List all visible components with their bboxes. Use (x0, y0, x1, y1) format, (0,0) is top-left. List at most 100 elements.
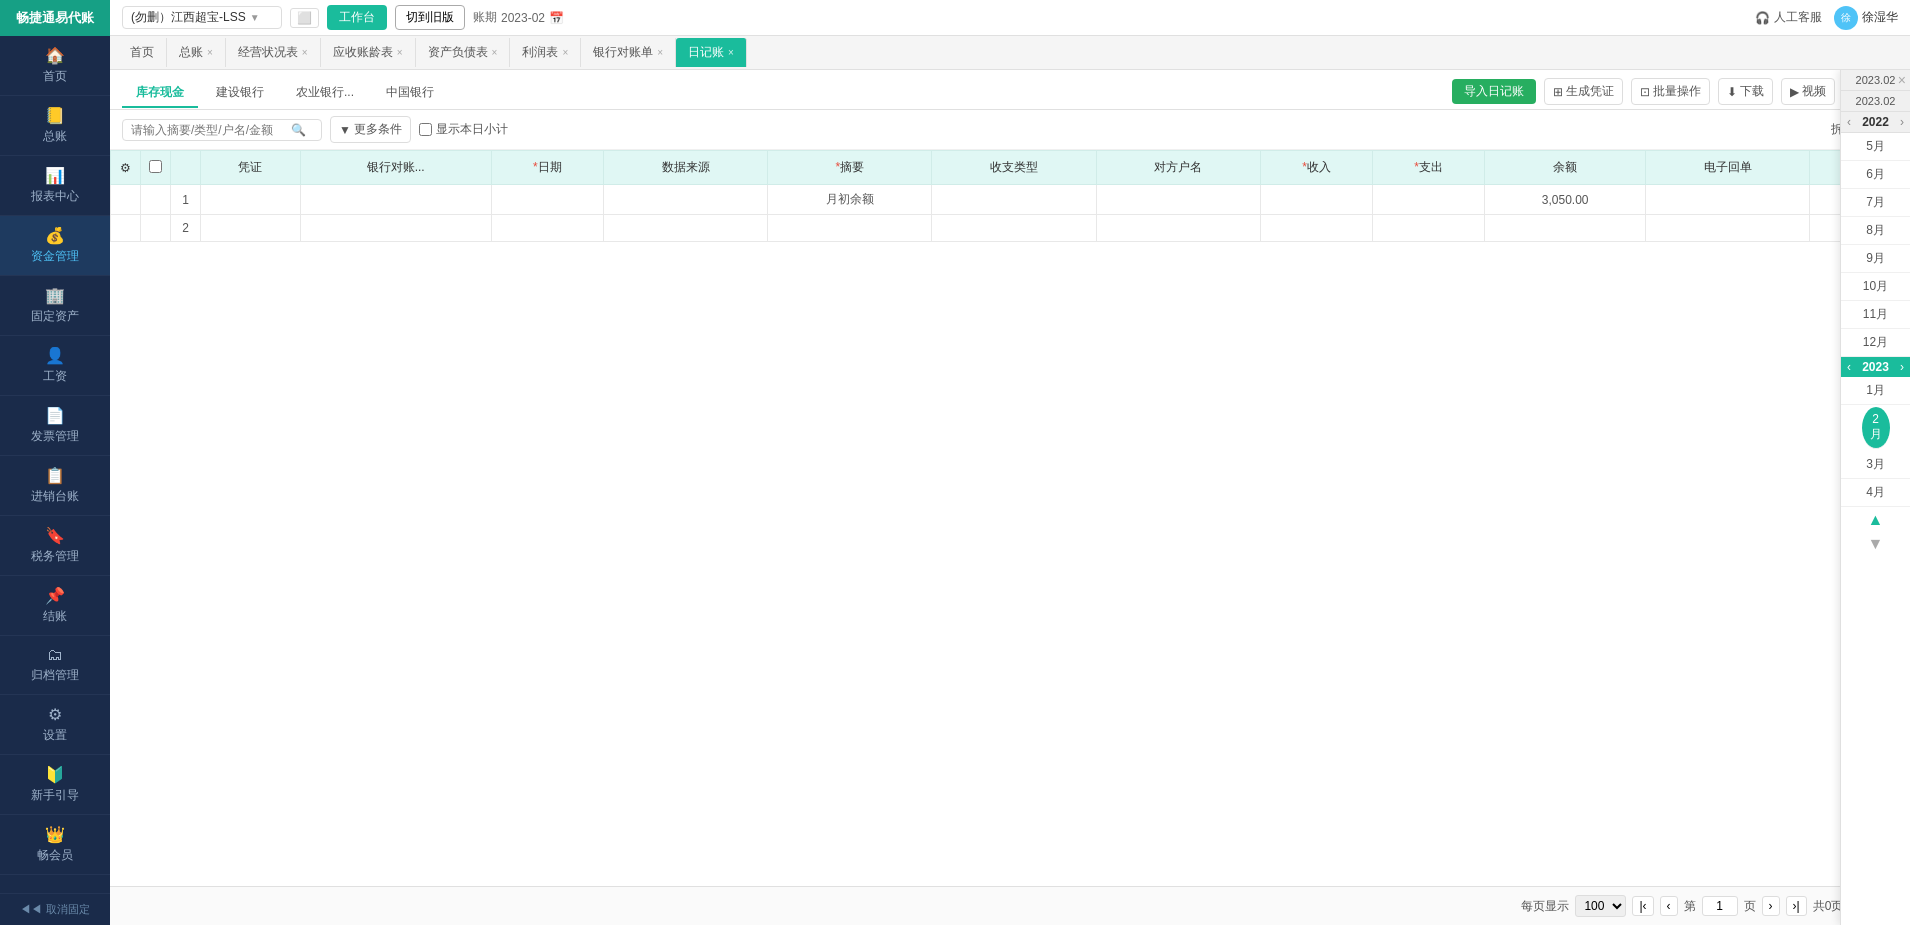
tab-close-icon[interactable]: × (562, 47, 568, 58)
tab-journal[interactable]: 日记账 × (676, 38, 747, 67)
last-page-btn[interactable]: ›| (1786, 896, 1807, 916)
archive-icon: 🗂 (47, 646, 63, 664)
calendar-icon: 📅 (549, 11, 564, 25)
sidebar-item-reports[interactable]: 📊 报表中心 (0, 156, 110, 216)
sidebar-item-invoice[interactable]: 📄 发票管理 (0, 396, 110, 456)
sidebar: 畅捷通易代账 🏠 首页 📒 总账 📊 报表中心 💰 资金管理 🏢 固定资产 👤 … (0, 0, 110, 925)
sidebar-item-assets[interactable]: 🏢 固定资产 (0, 276, 110, 336)
sidebar-item-capital[interactable]: 💰 资金管理 (0, 216, 110, 276)
tab-close-icon[interactable]: × (657, 47, 663, 58)
sub-tab-ccb[interactable]: 建设银行 (202, 79, 278, 108)
month-1-2023[interactable]: 1月 (1841, 377, 1910, 405)
gen-voucher-btn[interactable]: ⊞ 生成凭证 (1544, 78, 1623, 105)
main-content: (勿删）江西超宝-LSS ▼ ⬜ 工作台 切到旧版 账期 2023-02 📅 🎧… (110, 0, 1910, 925)
tab-bankrec[interactable]: 银行对账单 × (581, 38, 676, 67)
tab-close-icon[interactable]: × (397, 47, 403, 58)
prev-page-btn[interactable]: ‹ (1660, 896, 1678, 916)
video-btn[interactable]: ▶ 视频 (1781, 78, 1835, 105)
next-year-icon[interactable]: › (1900, 115, 1904, 129)
unpin-btn[interactable]: ◀◀ 取消固定 (0, 893, 110, 925)
sidebar-item-label: 工资 (43, 368, 67, 385)
sidebar-item-member[interactable]: 👑 畅会员 (0, 815, 110, 875)
col-income: *收入 (1260, 151, 1372, 185)
next-year-icon2[interactable]: › (1900, 360, 1904, 374)
cell-expense (1373, 215, 1485, 242)
batch-op-btn[interactable]: ⊡ 批量操作 (1631, 78, 1710, 105)
tab-receivable[interactable]: 应收账龄表 × (321, 38, 416, 67)
scroll-down-icon[interactable]: ▼ (1868, 535, 1884, 553)
sidebar-item-settings[interactable]: ⚙ 设置 (0, 695, 110, 755)
col-settings[interactable]: ⚙ (111, 151, 141, 185)
top-bar-right: 🎧 人工客服 徐 徐湿华 (1755, 6, 1898, 30)
ledger-icon: 📒 (45, 106, 65, 125)
month-3-2023[interactable]: 3月 (1841, 451, 1910, 479)
month-6[interactable]: 6月 (1841, 161, 1910, 189)
company-selector[interactable]: (勿删）江西超宝-LSS ▼ (122, 6, 282, 29)
copy-company-btn[interactable]: ⬜ (290, 8, 319, 28)
close-popup-btn[interactable]: × (1898, 72, 1906, 88)
prev-year-icon2[interactable]: ‹ (1847, 360, 1851, 374)
cell-checkbox (141, 185, 171, 215)
first-page-btn[interactable]: |‹ (1632, 896, 1653, 916)
tax-icon: 🔖 (45, 526, 65, 545)
download-icon: ⬇ (1727, 85, 1737, 99)
user-profile[interactable]: 徐 徐湿华 (1834, 6, 1898, 30)
sidebar-item-guide[interactable]: 🔰 新手引导 (0, 755, 110, 815)
year-label: 2022 (1862, 115, 1889, 129)
daily-total-checkbox[interactable]: 显示本日小计 (419, 121, 508, 138)
sub-tab-cash[interactable]: 库存现金 (122, 79, 198, 108)
tab-profit[interactable]: 利润表 × (510, 38, 581, 67)
tab-label: 银行对账单 (593, 44, 653, 61)
month-11[interactable]: 11月 (1841, 301, 1910, 329)
tab-ledger[interactable]: 总账 × (167, 38, 226, 67)
page-size-select[interactable]: 100 50 200 (1575, 895, 1626, 917)
tab-close-icon[interactable]: × (207, 47, 213, 58)
page-input[interactable] (1702, 896, 1738, 916)
tab-home[interactable]: 首页 (118, 38, 167, 67)
video-icon: ▶ (1790, 85, 1799, 99)
sidebar-item-label: 总账 (43, 128, 67, 145)
month-7[interactable]: 7月 (1841, 189, 1910, 217)
sub-tab-boc[interactable]: 中国银行 (372, 79, 448, 108)
sidebar-item-ledger[interactable]: 📒 总账 (0, 96, 110, 156)
sidebar-item-ioledger[interactable]: 📋 进销台账 (0, 456, 110, 516)
work-btn[interactable]: 工作台 (327, 5, 387, 30)
col-ecert: 电子回单 (1646, 151, 1810, 185)
top-bar-left: (勿删）江西超宝-LSS ▼ ⬜ 工作台 切到旧版 账期 2023-02 📅 (122, 5, 564, 30)
switch-old-btn[interactable]: 切到旧版 (395, 5, 465, 30)
table-row: 2 (111, 215, 1910, 242)
tab-close-icon[interactable]: × (728, 47, 734, 58)
prev-year-icon[interactable]: ‹ (1847, 115, 1851, 129)
filter-btn[interactable]: ▼ 更多条件 (330, 116, 411, 143)
sidebar-item-tax[interactable]: 🔖 税务管理 (0, 516, 110, 576)
tab-label: 利润表 (522, 44, 558, 61)
sidebar-item-home[interactable]: 🏠 首页 (0, 36, 110, 96)
cell-income (1260, 185, 1372, 215)
sidebar-item-close[interactable]: 📌 结账 (0, 576, 110, 636)
tab-bizstatus[interactable]: 经营状况表 × (226, 38, 321, 67)
period-popup-header: 2023.02 (1841, 91, 1910, 112)
next-page-btn[interactable]: › (1762, 896, 1780, 916)
month-5[interactable]: 5月 (1841, 133, 1910, 161)
tab-close-icon[interactable]: × (302, 47, 308, 58)
sidebar-item-payroll[interactable]: 👤 工资 (0, 336, 110, 396)
sub-tab-abc[interactable]: 农业银行... (282, 79, 368, 108)
daily-total-input[interactable] (419, 123, 432, 136)
select-all-checkbox[interactable] (149, 160, 162, 173)
tab-close-icon[interactable]: × (492, 47, 498, 58)
batch-icon: ⊡ (1640, 85, 1650, 99)
month-8[interactable]: 8月 (1841, 217, 1910, 245)
month-10[interactable]: 10月 (1841, 273, 1910, 301)
scroll-up-icon[interactable]: ▲ (1868, 511, 1884, 529)
month-4-2023[interactable]: 4月 (1841, 479, 1910, 507)
month-2-2023[interactable]: 2月 (1862, 407, 1890, 449)
download-btn[interactable]: ⬇ 下载 (1718, 78, 1773, 105)
month-12[interactable]: 12月 (1841, 329, 1910, 357)
page-size-label: 每页显示 (1521, 898, 1569, 915)
month-9[interactable]: 9月 (1841, 245, 1910, 273)
tab-assets[interactable]: 资产负债表 × (416, 38, 511, 67)
import-journal-btn[interactable]: 导入日记账 (1452, 79, 1536, 104)
search-input[interactable] (131, 123, 291, 137)
sidebar-item-archive[interactable]: 🗂 归档管理 (0, 636, 110, 695)
service-btn[interactable]: 🎧 人工客服 (1755, 9, 1822, 26)
